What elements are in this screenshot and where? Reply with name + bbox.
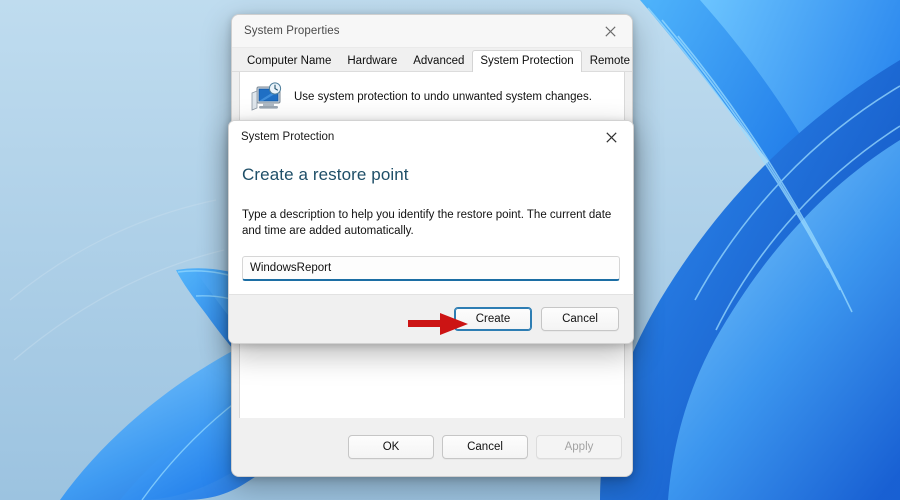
- dialog-content: Create a restore point Type a descriptio…: [229, 153, 633, 281]
- system-protection-computer-icon: [251, 82, 282, 111]
- dialog-close-button[interactable]: [589, 121, 633, 153]
- system-properties-titlebar: System Properties: [232, 15, 632, 48]
- tab-computer-name[interactable]: Computer Name: [239, 50, 339, 72]
- dialog-heading: Create a restore point: [242, 165, 409, 184]
- system-properties-footer: OK Cancel Apply: [232, 418, 632, 476]
- tab-remote[interactable]: Remote: [582, 50, 632, 72]
- system-protection-banner-text: Use system protection to undo unwanted s…: [294, 91, 592, 103]
- dialog-description: Type a description to help you identify …: [242, 209, 612, 237]
- tab-system-protection[interactable]: System Protection: [472, 50, 582, 72]
- cancel-button[interactable]: Cancel: [442, 435, 528, 459]
- system-properties-close-button[interactable]: [588, 15, 632, 47]
- dialog-title: System Protection: [241, 131, 335, 143]
- tab-hardware[interactable]: Hardware: [339, 50, 405, 72]
- tab-advanced[interactable]: Advanced: [405, 50, 472, 72]
- system-properties-title: System Properties: [244, 25, 340, 37]
- system-properties-tabstrip: Computer Name Hardware Advanced System P…: [232, 48, 632, 72]
- desktop-screen: System Properties Computer Name Hardware…: [0, 0, 900, 500]
- apply-button: Apply: [536, 435, 622, 459]
- ok-button[interactable]: OK: [348, 435, 434, 459]
- system-protection-banner: Use system protection to undo unwanted s…: [240, 72, 624, 120]
- restore-point-description-input[interactable]: [242, 256, 620, 281]
- close-icon: [605, 131, 617, 143]
- close-icon: [604, 25, 616, 37]
- system-protection-dialog: System Protection Create a restore point…: [228, 120, 634, 344]
- dialog-footer: Create Cancel: [229, 294, 633, 343]
- dialog-titlebar: System Protection: [229, 121, 633, 153]
- dialog-cancel-button[interactable]: Cancel: [541, 307, 619, 331]
- create-button[interactable]: Create: [454, 307, 532, 331]
